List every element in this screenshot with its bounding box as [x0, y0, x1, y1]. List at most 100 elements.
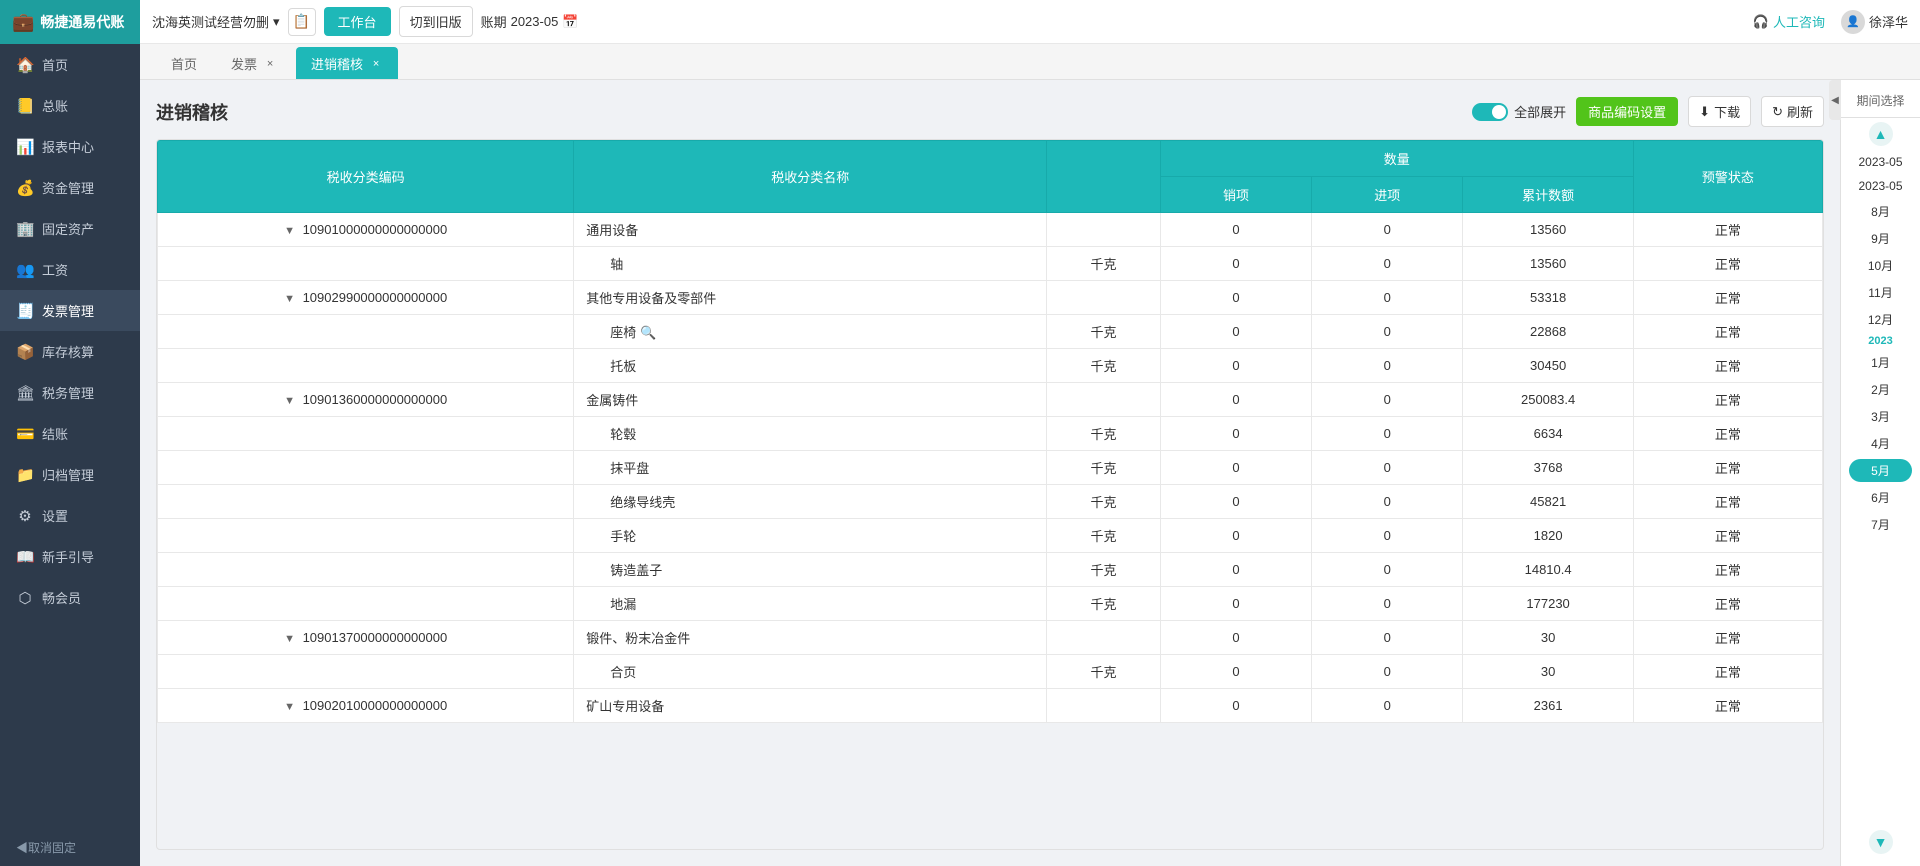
- period-item-10[interactable]: 10月: [1841, 252, 1920, 279]
- sidebar-item-reports[interactable]: 📊 报表中心: [0, 126, 140, 167]
- sidebar-item-label: 工资: [42, 260, 68, 279]
- period-item-6[interactable]: 6月: [1841, 484, 1920, 511]
- sidebar-item-inventory[interactable]: 📦 库存核算: [0, 331, 140, 372]
- cell-total: 53318: [1463, 281, 1633, 315]
- period-item-2023-05-2[interactable]: 2023-05: [1841, 174, 1920, 198]
- user-menu[interactable]: 👤 徐泽华: [1841, 10, 1908, 34]
- cell-sales: 0: [1160, 213, 1311, 247]
- sidebar-item-settings[interactable]: ⚙ 设置: [0, 495, 140, 536]
- period-item-3[interactable]: 3月: [1841, 403, 1920, 430]
- cell-purchase: 0: [1312, 689, 1463, 723]
- fixed-assets-icon: 🏢: [16, 220, 34, 238]
- unpin-sidebar-button[interactable]: ◀取消固定: [0, 829, 140, 866]
- cell-name: 铸造盖子: [574, 553, 1047, 587]
- sidebar-item-funds[interactable]: 💰 资金管理: [0, 167, 140, 208]
- period-item-1[interactable]: 1月: [1841, 349, 1920, 376]
- refresh-button[interactable]: ↻ 刷新: [1761, 96, 1824, 127]
- cell-unit: 千克: [1047, 349, 1161, 383]
- tab-reconcile[interactable]: 进销稽核 ×: [296, 47, 398, 79]
- period-item-5-active[interactable]: 5月: [1849, 459, 1912, 482]
- calendar-icon[interactable]: 📅: [562, 14, 578, 30]
- col-quantity-group: 数量: [1160, 141, 1633, 177]
- period-item-7[interactable]: 7月: [1841, 511, 1920, 538]
- cell-name: 合页: [574, 655, 1047, 689]
- expand-icon[interactable]: ▼: [284, 395, 295, 407]
- cell-code: [158, 451, 574, 485]
- cell-status: 正常: [1633, 621, 1822, 655]
- period-item-11[interactable]: 11月: [1841, 279, 1920, 306]
- sidebar-item-guide[interactable]: 📖 新手引导: [0, 536, 140, 577]
- product-code-button[interactable]: 商品编码设置: [1576, 97, 1678, 126]
- col-purchase: 进项: [1312, 177, 1463, 213]
- tab-invoice-close[interactable]: ×: [263, 57, 277, 71]
- cell-unit: 千克: [1047, 485, 1161, 519]
- tab-home[interactable]: 首页: [156, 47, 212, 79]
- toggle-switch[interactable]: [1472, 103, 1508, 121]
- period-item-12[interactable]: 12月: [1841, 306, 1920, 333]
- old-version-button[interactable]: 切到旧版: [399, 6, 473, 37]
- tab-reconcile-close[interactable]: ×: [369, 57, 383, 71]
- member-icon: ⬡: [16, 589, 34, 607]
- cell-sales: 0: [1160, 383, 1311, 417]
- period-item-2023-05-1[interactable]: 2023-05: [1841, 150, 1920, 174]
- sidebar-item-archive[interactable]: 📁 归档管理: [0, 454, 140, 495]
- period-label: 账期: [481, 12, 507, 31]
- company-selector[interactable]: 沈海英测试经营勿删 ▾: [152, 12, 280, 31]
- cell-unit: [1047, 621, 1161, 655]
- expand-toggle[interactable]: 全部展开: [1472, 102, 1566, 121]
- cell-unit: 千克: [1047, 247, 1161, 281]
- col-total: 累计数额: [1463, 177, 1633, 213]
- settings-icon: ⚙: [16, 507, 34, 525]
- cell-name: 地漏: [574, 587, 1047, 621]
- sidebar-item-home[interactable]: 🏠 首页: [0, 44, 140, 85]
- period-item-2[interactable]: 2月: [1841, 376, 1920, 403]
- table-container: 税收分类编码 税收分类名称 数量 预警状态 销项 进项 累计数额: [156, 139, 1824, 850]
- sidebar-item-tax[interactable]: 🏛 税务管理: [0, 372, 140, 413]
- expand-icon[interactable]: ▼: [284, 293, 295, 305]
- funds-icon: 💰: [16, 179, 34, 197]
- cell-total: 22868: [1463, 315, 1633, 349]
- download-button[interactable]: ⬇ 下载: [1688, 96, 1751, 127]
- period-down-button[interactable]: ▼: [1869, 830, 1893, 854]
- cell-status: 正常: [1633, 213, 1822, 247]
- cell-total: 45821: [1463, 485, 1633, 519]
- archive-button[interactable]: 📋: [288, 8, 316, 36]
- page-header: 进销稽核 全部展开 商品编码设置 ⬇ 下载 ↻ 刷新: [156, 96, 1824, 127]
- tab-invoice[interactable]: 发票 ×: [216, 47, 292, 79]
- expand-icon[interactable]: ▼: [284, 225, 295, 237]
- table-row: ▼ 10902010000000000000 矿山专用设备 0 0 2361 正…: [158, 689, 1823, 723]
- expand-icon[interactable]: ▼: [284, 701, 295, 713]
- table-row: 轮毂 千克 0 0 6634 正常: [158, 417, 1823, 451]
- cell-sales: 0: [1160, 621, 1311, 655]
- sidebar-item-member[interactable]: ⬡ 畅会员: [0, 577, 140, 618]
- sidebar-item-settlement[interactable]: 💳 结账: [0, 413, 140, 454]
- refresh-icon: ↻: [1772, 104, 1783, 120]
- sidebar-item-fixed-assets[interactable]: 🏢 固定资产: [0, 208, 140, 249]
- cell-code: ▼ 10901000000000000000: [158, 213, 574, 247]
- expand-icon[interactable]: ▼: [284, 633, 295, 645]
- cell-total: 30: [1463, 655, 1633, 689]
- period-up-button[interactable]: ▲: [1869, 122, 1893, 146]
- period-item-8[interactable]: 8月: [1841, 198, 1920, 225]
- sidebar-item-payroll[interactable]: 👥 工资: [0, 249, 140, 290]
- table-row: ▼ 10901000000000000000 通用设备 0 0 13560 正常: [158, 213, 1823, 247]
- cell-sales: 0: [1160, 485, 1311, 519]
- cell-name: 其他专用设备及零部件: [574, 281, 1047, 315]
- sidebar-item-invoice[interactable]: 🧾 发票管理: [0, 290, 140, 331]
- sidebar-item-general-ledger[interactable]: 📒 总账: [0, 85, 140, 126]
- cell-purchase: 0: [1312, 417, 1463, 451]
- period-item-9[interactable]: 9月: [1841, 225, 1920, 252]
- workbench-button[interactable]: 工作台: [324, 7, 391, 36]
- col-tax-code: 税收分类编码: [158, 141, 574, 213]
- search-icon[interactable]: 🔍: [640, 325, 656, 340]
- cell-code: ▼ 10901370000000000000: [158, 621, 574, 655]
- period-item-4[interactable]: 4月: [1841, 430, 1920, 457]
- cell-unit: 千克: [1047, 417, 1161, 451]
- page-title: 进销稽核: [156, 99, 228, 125]
- collapse-panel-button[interactable]: ◀: [1829, 80, 1841, 120]
- cell-status: 正常: [1633, 281, 1822, 315]
- service-button[interactable]: 🎧 人工咨询: [1753, 12, 1825, 31]
- cell-name: 抹平盘: [574, 451, 1047, 485]
- cell-total: 3768: [1463, 451, 1633, 485]
- cell-unit: 千克: [1047, 655, 1161, 689]
